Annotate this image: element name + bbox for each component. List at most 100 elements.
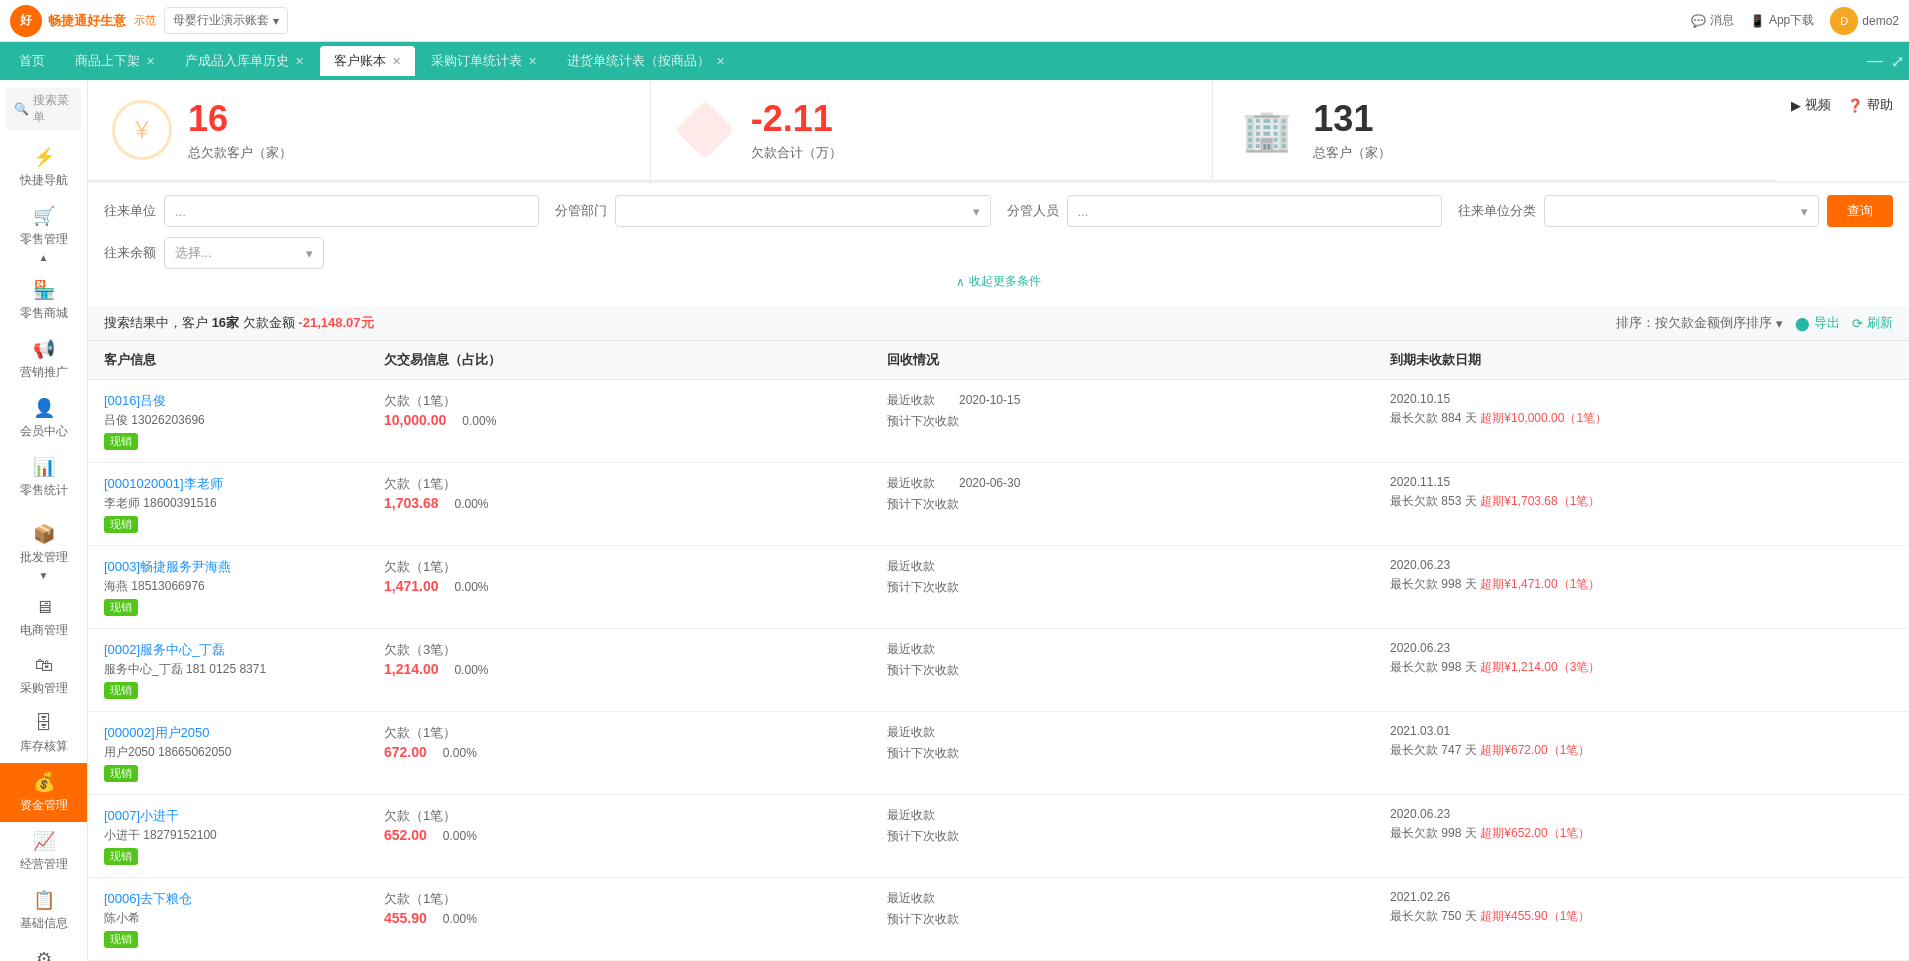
debt-cell-1: 欠款（1笔） 10,000.00 0.00% [384,392,887,428]
table-row: [0016]吕俊 吕俊 13026203696 现销 欠款（1笔） 10,000… [88,380,1909,463]
quick-nav-icon: ⚡ [33,146,55,168]
customer-name-4[interactable]: [0002]服务中心_丁磊 [104,641,384,659]
tab-close-icon3[interactable]: ✕ [392,55,401,68]
search-icon: 🔍 [14,102,29,116]
logo: 好 畅捷通好生意 [10,5,126,37]
collapse-label: 收起更多条件 [969,273,1041,290]
sidebar-item-ecommerce[interactable]: 🖥 电商管理 [0,589,87,647]
stat-number-debt-customers: 16 [188,98,626,140]
tab-home[interactable]: 首页 [5,46,59,76]
customer-name-5[interactable]: [000002]用户2050 [104,724,384,742]
table-row: [0001020001]李老师 李老师 18600391516 现销 欠款（1笔… [88,463,1909,546]
refresh-btn[interactable]: ⟳ 刷新 [1852,314,1893,332]
sidebar-item-inventory[interactable]: 🗄 库存核算 [0,705,87,763]
debt-count-6: 欠款（1笔） [384,807,887,825]
stat-card-total-customers: 🏢 131 总客户（家） [1213,80,1775,180]
customer-name-2[interactable]: [0001020001]李老师 [104,475,384,493]
org-selector[interactable]: 母婴行业演示账套 ▾ [164,7,288,34]
user-profile[interactable]: D demo2 [1830,7,1899,35]
appdown-btn[interactable]: 📱 App下载 [1750,12,1814,29]
tab-close-icon[interactable]: ✕ [146,55,155,68]
collection-cell-2: 最近收款 2020-06-30 预计下次收款 [887,475,1390,513]
customer-phone-1: 吕俊 13026203696 [104,412,384,429]
overdue-days-2: 最长欠款 853 天 [1390,494,1477,508]
overdue-amount-1[interactable]: 超期¥10,000.00（1笔） [1480,411,1607,425]
video-icon: ▶ [1791,98,1801,113]
overdue-amount-6[interactable]: 超期¥652.00（1笔） [1480,826,1590,840]
view-label: 视频 [1805,96,1831,114]
sidebar-item-marketing[interactable]: 📢 营销推广 [0,330,87,389]
filter-label-person: 分管人员 [1007,202,1059,220]
customer-name-7[interactable]: [0006]去下粮仓 [104,890,384,908]
help-icon: ❓ [1847,98,1863,113]
debt-amount-5: 672.00 [384,744,427,760]
tab-close-icon4[interactable]: ✕ [528,55,537,68]
filter-select-category[interactable]: ▾ [1544,195,1819,227]
sidebar-item-quick-nav[interactable]: ⚡ 快捷导航 [0,138,87,197]
overdue-amount-2[interactable]: 超期¥1,703.68（1笔） [1480,494,1600,508]
member-icon: 👤 [33,397,55,419]
search-menu-box[interactable]: 🔍 搜索菜单 [6,88,81,130]
overdue-info-2: 最长欠款 853 天 超期¥1,703.68（1笔） [1390,493,1893,510]
tab-maximize-btn[interactable]: ⤢ [1891,52,1904,71]
tab-product-offshelf[interactable]: 商品上下架 ✕ [61,46,169,76]
sidebar-item-retail-mgmt[interactable]: 🛒 零售管理 ▲ [0,197,87,271]
filter-select-balance[interactable]: 选择... ▾ [164,237,324,269]
overdue-amount-3[interactable]: 超期¥1,471.00（1笔） [1480,577,1600,591]
debt-percent-5: 0.00% [443,746,477,760]
layout: 🔍 搜索菜单 ⚡ 快捷导航 🛒 零售管理 ▲ 🏪 零售商城 📢 营销推广 👤 会… [0,80,1909,961]
tab-purchase-stats-label: 进货单统计表（按商品） [567,52,710,70]
message-btn[interactable]: 💬 消息 [1691,12,1734,29]
collapse-btn[interactable]: ∧ 收起更多条件 [956,273,1041,290]
filter-balance-placeholder: 选择... [175,244,212,262]
stat-label-debt-customers: 总欠款客户（家） [188,144,626,162]
customer-name-3[interactable]: [0003]畅捷服务尹海燕 [104,558,384,576]
filter-input-person[interactable]: ... [1067,195,1442,227]
filter-input-unit-dots: ... [175,204,186,219]
sidebar-item-member[interactable]: 👤 会员中心 [0,389,87,448]
sidebar-item-system[interactable]: ⚙ 系统管理 [0,940,87,961]
debt-cell-4: 欠款（3笔） 1,214.00 0.00% [384,641,887,677]
customer-name-1[interactable]: [0016]吕俊 [104,392,384,410]
tab-close-icon5[interactable]: ✕ [716,55,725,68]
inventory-icon: 🗄 [35,713,53,734]
sidebar-item-retail-stats[interactable]: 📊 零售统计 [0,448,87,507]
stat-card-debt-customers: ¥ 16 总欠款客户（家） [88,80,651,180]
stat-info-2: -2.11 欠款合计（万） [751,98,1189,162]
sidebar-item-batch-mgmt[interactable]: 📦 批发管理 ▼ [0,515,87,589]
filter-group-category: 往来单位分类 ▾ 查询 [1458,195,1893,227]
tab-product-history[interactable]: 产成品入库单历史 ✕ [171,46,318,76]
search-button[interactable]: 查询 [1827,195,1893,227]
building-icon: 🏢 [1237,100,1297,160]
tab-purchase-stats[interactable]: 进货单统计表（按商品） ✕ [553,46,739,76]
overdue-amount-4[interactable]: 超期¥1,214.00（3笔） [1480,660,1600,674]
tab-close-icon2[interactable]: ✕ [295,55,304,68]
tab-minimize-btn[interactable]: — [1867,52,1883,70]
stats-row: ¥ 16 总欠款客户（家） -2.11 欠款合计（万） [88,80,1775,181]
filter-group-unit: 往来单位 ... [104,195,539,227]
overdue-amount-5[interactable]: 超期¥672.00（1笔） [1480,743,1590,757]
next-collection-5: 预计下次收款 [887,745,1390,762]
tab-purchase-order[interactable]: 采购订单统计表 ✕ [417,46,551,76]
sidebar-item-finance[interactable]: 💰 资金管理 [0,763,87,822]
tab-customer-account[interactable]: 客户账本 ✕ [320,46,415,76]
sidebar-item-operations[interactable]: 📈 经营管理 [0,822,87,881]
debt-percent-1: 0.00% [462,414,496,428]
overdue-amount-7[interactable]: 超期¥455.90（1笔） [1480,909,1590,923]
sidebar-item-basic-info[interactable]: 📋 基础信息 [0,881,87,940]
sort-selector[interactable]: 排序：按欠款金额倒序排序 ▾ [1616,314,1783,332]
filter-input-unit[interactable]: ... [164,195,539,227]
sidebar-item-retail-mall[interactable]: 🏪 零售商城 [0,271,87,330]
filter-select-dept[interactable]: ▾ [615,195,990,227]
help-btn[interactable]: ❓ 帮助 [1847,96,1893,114]
customer-cell-1: [0016]吕俊 吕俊 13026203696 现销 [104,392,384,450]
collection-cell-4: 最近收款 预计下次收款 [887,641,1390,679]
customer-name-6[interactable]: [0007]小进干 [104,807,384,825]
sidebar-label-inventory: 库存核算 [20,738,68,755]
export-icon: ⬤ [1795,316,1810,331]
view-btn[interactable]: ▶ 视频 [1791,96,1831,114]
export-btn[interactable]: ⬤ 导出 [1795,314,1840,332]
sidebar-item-purchase[interactable]: 🛍 采购管理 [0,647,87,705]
due-date-3: 2020.06.23 [1390,558,1893,572]
table-row: [0003]畅捷服务尹海燕 海燕 18513066976 现销 欠款（1笔） 1… [88,546,1909,629]
